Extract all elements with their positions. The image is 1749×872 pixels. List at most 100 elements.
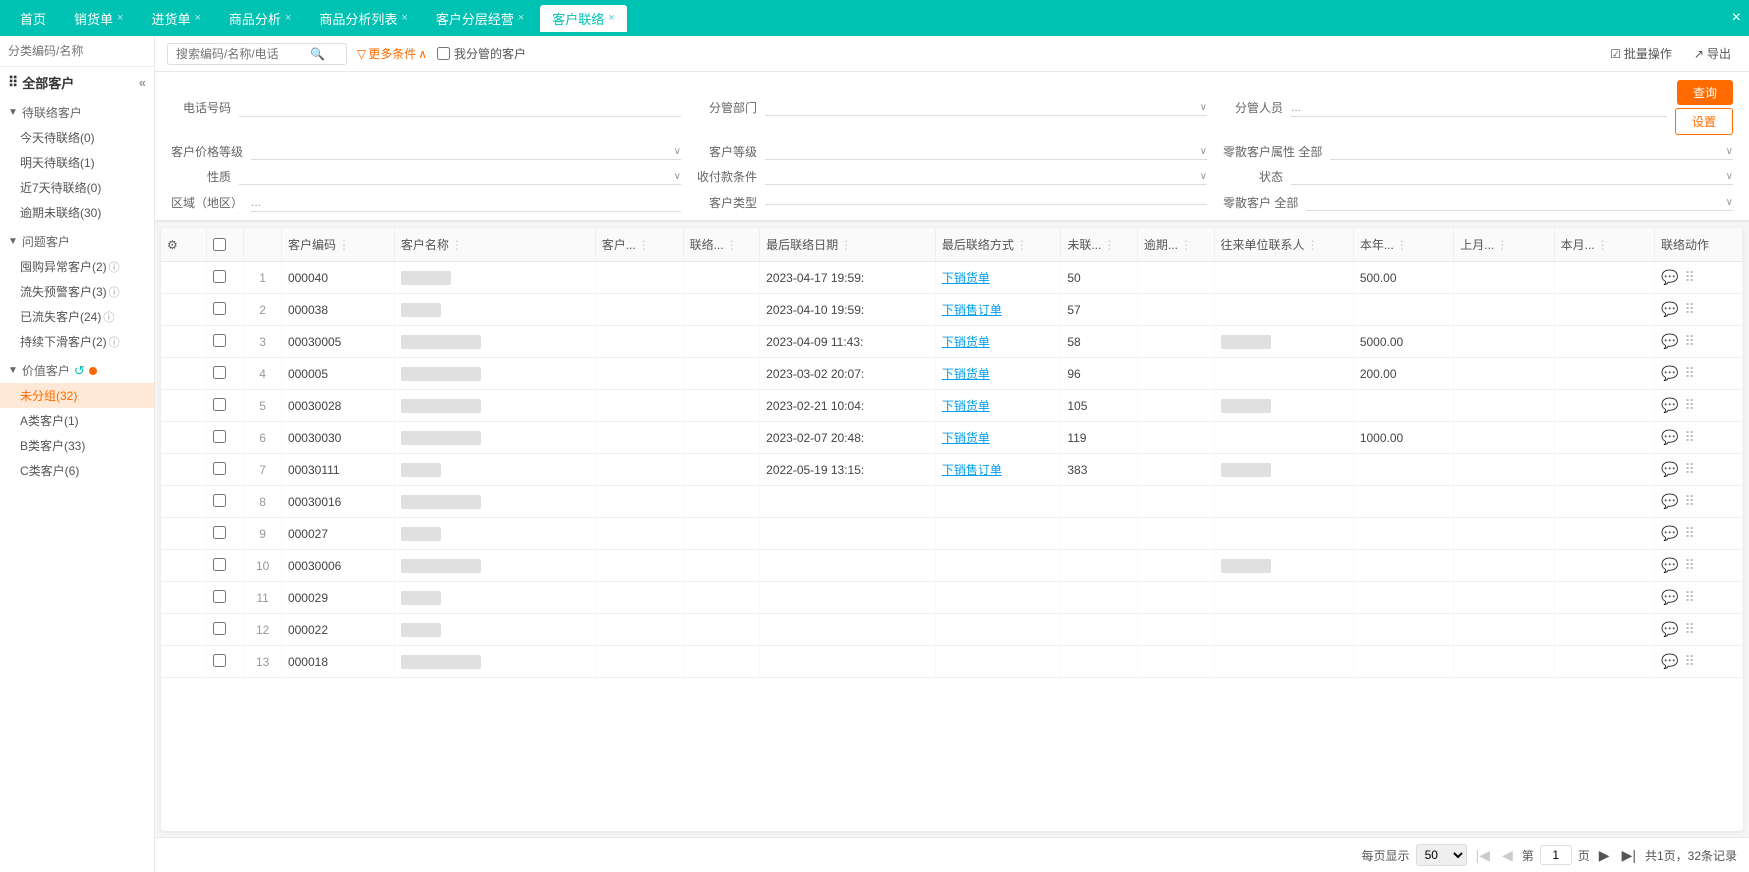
close-customer-layer[interactable]: × — [518, 12, 524, 24]
row-checkbox[interactable] — [213, 494, 226, 507]
select-all-checkbox[interactable] — [213, 238, 226, 251]
sidebar-item-hoarding[interactable]: 囤购异常客户(2) ⓘ — [0, 254, 154, 279]
close-purchase-order[interactable]: × — [194, 12, 200, 24]
this-month-resize[interactable]: ⋮ — [1597, 238, 1609, 252]
phone-action-icon[interactable]: 💬 — [1661, 365, 1678, 382]
grid-action-icon[interactable]: ⠿ — [1684, 301, 1694, 318]
query-button[interactable]: 查询 — [1677, 80, 1733, 105]
row-checkbox-cell[interactable] — [206, 390, 244, 422]
close-customer-contact[interactable]: × — [608, 12, 614, 24]
first-page-btn[interactable]: |◀ — [1473, 847, 1493, 864]
row-checkbox[interactable] — [213, 270, 226, 283]
value-refresh-icon[interactable]: ↺ — [74, 363, 85, 379]
row-checkbox-cell[interactable] — [206, 358, 244, 390]
row-checkbox-cell[interactable] — [206, 294, 244, 326]
row-checkbox-cell[interactable] — [206, 486, 244, 518]
person-resize[interactable]: ⋮ — [1307, 238, 1319, 252]
phone-action-icon[interactable]: 💬 — [1661, 269, 1678, 286]
sidebar-item-c-class[interactable]: C类客户(6) — [0, 458, 154, 483]
search-box[interactable]: 🔍 — [167, 43, 347, 65]
settings-icon[interactable]: ⚙ — [167, 238, 178, 252]
nav-sales-order[interactable]: 销货单 × — [62, 5, 135, 32]
my-customers-checkbox[interactable] — [437, 47, 450, 60]
price-level-select[interactable]: ∨ — [251, 144, 681, 160]
phone-action-icon[interactable]: 💬 — [1661, 589, 1678, 606]
sidebar-item-declining[interactable]: 持续下滑客户(2) ⓘ — [0, 329, 154, 354]
name-resize[interactable]: ⋮ — [451, 238, 463, 252]
grid-action-icon[interactable]: ⠿ — [1684, 429, 1694, 446]
nature-select[interactable]: ∨ — [239, 169, 681, 185]
region-select[interactable]: ... — [251, 193, 681, 212]
contact-resize[interactable]: ⋮ — [726, 238, 738, 252]
page-size-select[interactable]: 50 100 — [1416, 844, 1467, 866]
contact-way-link[interactable]: 下销货单 — [942, 431, 990, 445]
search-icon[interactable]: 🔍 — [310, 47, 325, 61]
nav-home[interactable]: 首页 — [8, 5, 58, 32]
value-customers-title[interactable]: ▼ 价值客户 ↺ — [0, 358, 154, 383]
grid-action-icon[interactable]: ⠿ — [1684, 365, 1694, 382]
row-checkbox[interactable] — [213, 558, 226, 571]
contact-way-link[interactable]: 下销货单 — [942, 271, 990, 285]
row-checkbox[interactable] — [213, 398, 226, 411]
phone-action-icon[interactable]: 💬 — [1661, 621, 1678, 638]
contact-way-link[interactable]: 下销售订单 — [942, 303, 1002, 317]
row-checkbox[interactable] — [213, 430, 226, 443]
grid-action-icon[interactable]: ⠿ — [1684, 589, 1694, 606]
row-checkbox[interactable] — [213, 654, 226, 667]
row-checkbox-cell[interactable] — [206, 550, 244, 582]
grid-action-icon[interactable]: ⠿ — [1684, 525, 1694, 542]
sidebar-item-churn-warning[interactable]: 流失预警客户(3) ⓘ — [0, 279, 154, 304]
phone-action-icon[interactable]: 💬 — [1661, 557, 1678, 574]
row-checkbox[interactable] — [213, 622, 226, 635]
phone-action-icon[interactable]: 💬 — [1661, 397, 1678, 414]
phone-action-icon[interactable]: 💬 — [1661, 333, 1678, 350]
reset-button[interactable]: 设置 — [1675, 108, 1733, 135]
sidebar-search-input[interactable] — [8, 44, 155, 58]
grid-action-icon[interactable]: ⠿ — [1684, 493, 1694, 510]
status-select[interactable]: ∨ — [1291, 169, 1733, 185]
search-input[interactable] — [176, 47, 306, 61]
phone-action-icon[interactable]: 💬 — [1661, 525, 1678, 542]
way-resize[interactable]: ⋮ — [1016, 238, 1028, 252]
last-page-btn[interactable]: ▶| — [1619, 847, 1639, 864]
global-close-button[interactable]: × — [1732, 9, 1741, 27]
phone-action-icon[interactable]: 💬 — [1661, 429, 1678, 446]
export-btn[interactable]: ↗ 导出 — [1688, 42, 1737, 65]
checkbox-column-header[interactable] — [206, 228, 244, 262]
batch-op-btn[interactable]: ☑ 批量操作 — [1604, 42, 1678, 65]
pending-contact-title[interactable]: ▼ 待联络客户 — [0, 100, 154, 125]
manager-select[interactable]: ... — [1291, 98, 1667, 117]
date-resize[interactable]: ⋮ — [840, 238, 852, 252]
dept-select[interactable]: ∨ — [765, 100, 1207, 116]
retail-attr-select[interactable]: ∨ — [1330, 144, 1733, 160]
contact-way-link[interactable]: 下销货单 — [942, 399, 990, 413]
settings-column-header[interactable]: ⚙ — [161, 228, 206, 262]
row-checkbox-cell[interactable] — [206, 614, 244, 646]
prev-page-btn[interactable]: ◀ — [1499, 847, 1516, 864]
contact-way-link[interactable]: 下销售订单 — [942, 463, 1002, 477]
year-resize[interactable]: ⋮ — [1396, 238, 1408, 252]
row-checkbox-cell[interactable] — [206, 262, 244, 294]
close-product-list[interactable]: × — [401, 12, 407, 24]
grid-action-icon[interactable]: ⠿ — [1684, 269, 1694, 286]
phone-action-icon[interactable]: 💬 — [1661, 493, 1678, 510]
problem-customers-title[interactable]: ▼ 问题客户 — [0, 229, 154, 254]
last-month-resize[interactable]: ⋮ — [1496, 238, 1508, 252]
row-checkbox-cell[interactable] — [206, 582, 244, 614]
contact-way-link[interactable]: 下销货单 — [942, 335, 990, 349]
nav-product-analysis[interactable]: 商品分析 × — [217, 5, 303, 32]
row-checkbox-cell[interactable] — [206, 518, 244, 550]
sidebar-item-today[interactable]: 今天待联络(0) — [0, 125, 154, 150]
row-checkbox[interactable] — [213, 302, 226, 315]
phone-action-icon[interactable]: 💬 — [1661, 653, 1678, 670]
type-resize[interactable]: ⋮ — [638, 238, 650, 252]
sidebar-item-7days[interactable]: 近7天待联络(0) — [0, 175, 154, 200]
not-contact-resize[interactable]: ⋮ — [1103, 238, 1115, 252]
code-resize[interactable]: ⋮ — [338, 238, 350, 252]
nav-purchase-order[interactable]: 进货单 × — [139, 5, 212, 32]
row-checkbox[interactable] — [213, 334, 226, 347]
contact-way-link[interactable]: 下销货单 — [942, 367, 990, 381]
page-number-input[interactable] — [1540, 845, 1572, 865]
sidebar-item-a-class[interactable]: A类客户(1) — [0, 408, 154, 433]
close-product-analysis[interactable]: × — [285, 12, 291, 24]
